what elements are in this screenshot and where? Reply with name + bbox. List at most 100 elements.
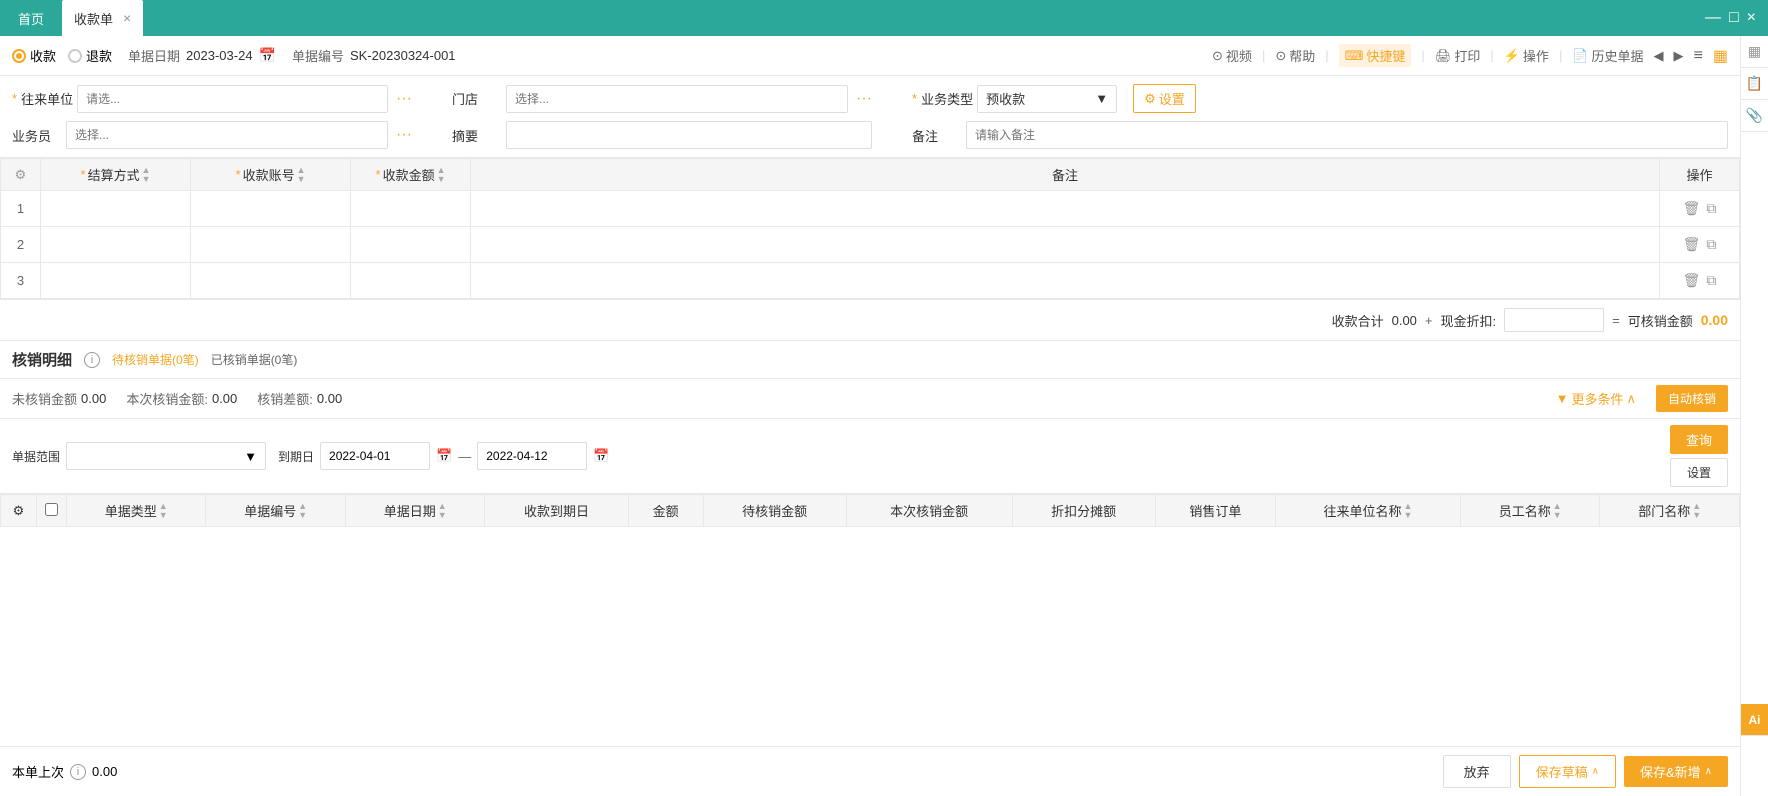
print-btn[interactable]: 🖨 打印 — [1435, 46, 1481, 65]
range-select[interactable]: ▼ — [66, 442, 266, 470]
nav-left-btn[interactable]: ◀ — [1654, 48, 1664, 64]
bth-gear: ⚙ — [1, 495, 37, 527]
tab-pending[interactable]: 待核销单据(0笔) — [112, 351, 199, 368]
window-minimize-icon[interactable]: — — [1705, 9, 1721, 27]
date-from-input[interactable] — [320, 442, 430, 470]
window-maximize-icon[interactable]: □ — [1729, 9, 1739, 27]
shortcut-btn[interactable]: ⌨ 快捷键 — [1339, 44, 1412, 67]
row2-copy-icon[interactable]: ⧉ — [1706, 236, 1716, 253]
partner-label: 往来单位 — [21, 89, 73, 108]
bottom-table-container[interactable]: ⚙ 单据类型 ▲▼ — [0, 494, 1740, 746]
print-icon: 🖨 — [1435, 48, 1452, 64]
date-to-input[interactable] — [477, 442, 587, 470]
radio-refund[interactable]: 退款 — [68, 46, 112, 65]
table-header-row: ⚙ * 结算方式 ▲▼ * 收款账号 — [1, 159, 1740, 191]
row2-payment[interactable] — [41, 227, 191, 263]
tab-close-icon[interactable]: × — [123, 10, 131, 26]
verification-info-icon[interactable]: i — [84, 352, 100, 368]
grid-view-icon[interactable]: ▦ — [1713, 46, 1728, 66]
staff-more-icon[interactable]: ··· — [396, 126, 412, 144]
settings-button[interactable]: ⚙ 设置 — [1133, 84, 1196, 113]
summary-input[interactable] — [506, 121, 872, 149]
query-button[interactable]: 查询 — [1670, 425, 1728, 454]
row1-account[interactable] — [191, 191, 351, 227]
row3-actions: 🗑 ⧉ — [1660, 263, 1740, 299]
partner-input[interactable] — [77, 85, 388, 113]
save-new-button[interactable]: 保存&新增 ∧ — [1624, 756, 1728, 787]
abandon-button[interactable]: 放弃 — [1443, 755, 1511, 788]
radio-label-refund: 退款 — [86, 46, 112, 65]
row3-copy-icon[interactable]: ⧉ — [1706, 272, 1716, 289]
window-close-icon[interactable]: × — [1747, 9, 1756, 27]
discount-input[interactable] — [1504, 308, 1604, 332]
row1-remark[interactable] — [471, 191, 1660, 227]
biztype-select[interactable]: 预收款 ▼ — [977, 85, 1117, 113]
row2-delete-icon[interactable]: 🗑 — [1683, 236, 1701, 253]
footer-info-icon[interactable]: i — [70, 764, 86, 780]
row2-remark[interactable] — [471, 227, 1660, 263]
shop-input[interactable] — [506, 85, 848, 113]
biztype-label: 业务类型 — [921, 89, 973, 108]
th-amount: * 收款金额 ▲▼ — [351, 159, 471, 191]
verification-title: 核销明细 — [12, 349, 72, 370]
sidebar-table-icon[interactable]: ▦ — [1741, 36, 1768, 68]
row3-remark[interactable] — [471, 263, 1660, 299]
row2-account[interactable] — [191, 227, 351, 263]
remark-input[interactable] — [966, 121, 1728, 149]
row1-amount[interactable] — [351, 191, 471, 227]
list-view-icon[interactable]: ≡ — [1694, 47, 1703, 65]
video-btn[interactable]: ⊙ 视频 — [1212, 46, 1252, 65]
date-to-calendar-icon[interactable]: 📅 — [593, 448, 609, 464]
footer-buttons: 放弃 保存草稿 ∧ 保存&新增 ∧ — [1443, 755, 1728, 788]
staff-input[interactable] — [66, 121, 388, 149]
shortcut-label: 快捷键 — [1366, 46, 1405, 65]
th-account-label: 收款账号 — [243, 165, 295, 184]
sort-arrows-staff: ▲▼ — [1553, 502, 1562, 520]
sidebar-doc-icon[interactable]: 📋 — [1741, 68, 1768, 100]
auto-verify-button[interactable]: 自动核销 — [1656, 385, 1728, 412]
sidebar-attach-icon[interactable]: 📎 — [1741, 100, 1768, 132]
row2-amount[interactable] — [351, 227, 471, 263]
filter-settings-button[interactable]: 设置 — [1670, 458, 1728, 487]
row1-payment[interactable] — [41, 191, 191, 227]
th-required-star: * — [81, 167, 86, 182]
row3-account[interactable] — [191, 263, 351, 299]
history-btn[interactable]: 📄 历史单据 — [1572, 46, 1643, 65]
sort-arrows-2: ▲▼ — [297, 166, 306, 184]
tab-active[interactable]: 收款单 × — [62, 0, 143, 36]
more-conditions-btn[interactable]: ▼ 更多条件 ∧ — [1556, 389, 1636, 408]
calendar-icon[interactable]: 📅 — [259, 47, 276, 64]
bottom-gear-icon[interactable]: ⚙ — [13, 503, 25, 518]
select-all-checkbox[interactable] — [45, 503, 58, 516]
sort-arrows-3: ▲▼ — [437, 166, 446, 184]
partner-more-icon[interactable]: ··· — [396, 90, 412, 108]
row3-payment[interactable] — [41, 263, 191, 299]
collect-value: 0.00 — [1392, 313, 1417, 328]
save-draft-button[interactable]: 保存草稿 ∧ — [1519, 755, 1616, 788]
row3-amount[interactable] — [351, 263, 471, 299]
biztype-required: * — [912, 91, 917, 106]
bth-pending-verify: 待核销金额 — [703, 495, 846, 527]
row1-delete-icon[interactable]: 🗑 — [1683, 200, 1701, 217]
nav-right-btn[interactable]: ▶ — [1674, 48, 1684, 64]
shop-label: 门店 — [452, 89, 502, 108]
tab-home[interactable]: 首页 — [4, 0, 58, 36]
shop-more-icon[interactable]: ··· — [856, 90, 872, 108]
settings-label: 设置 — [1159, 89, 1185, 108]
staff-field: 业务员 ··· — [12, 121, 412, 149]
date-from-calendar-icon[interactable]: 📅 — [436, 448, 452, 464]
help-btn[interactable]: ⊙ 帮助 — [1275, 46, 1315, 65]
footer-left: 本单上次 i 0.00 — [12, 762, 117, 781]
table-gear-icon[interactable]: ⚙ — [15, 167, 27, 182]
tab-completed[interactable]: 已核销单据(0笔) — [211, 351, 298, 368]
collect-label: 收款合计 — [1332, 311, 1384, 330]
row1-copy-icon[interactable]: ⧉ — [1706, 200, 1716, 217]
shop-field: 门店 ··· — [452, 85, 872, 113]
row3-delete-icon[interactable]: 🗑 — [1683, 272, 1701, 289]
sort-arrows-dept: ▲▼ — [1692, 502, 1701, 520]
radio-dot-receipt — [12, 49, 26, 63]
sidebar-ai-icon[interactable]: Ai — [1741, 704, 1768, 736]
operation-btn[interactable]: ⚡ 操作 — [1504, 46, 1549, 65]
th-account: * 收款账号 ▲▼ — [191, 159, 351, 191]
radio-receipt[interactable]: 收款 — [12, 46, 56, 65]
